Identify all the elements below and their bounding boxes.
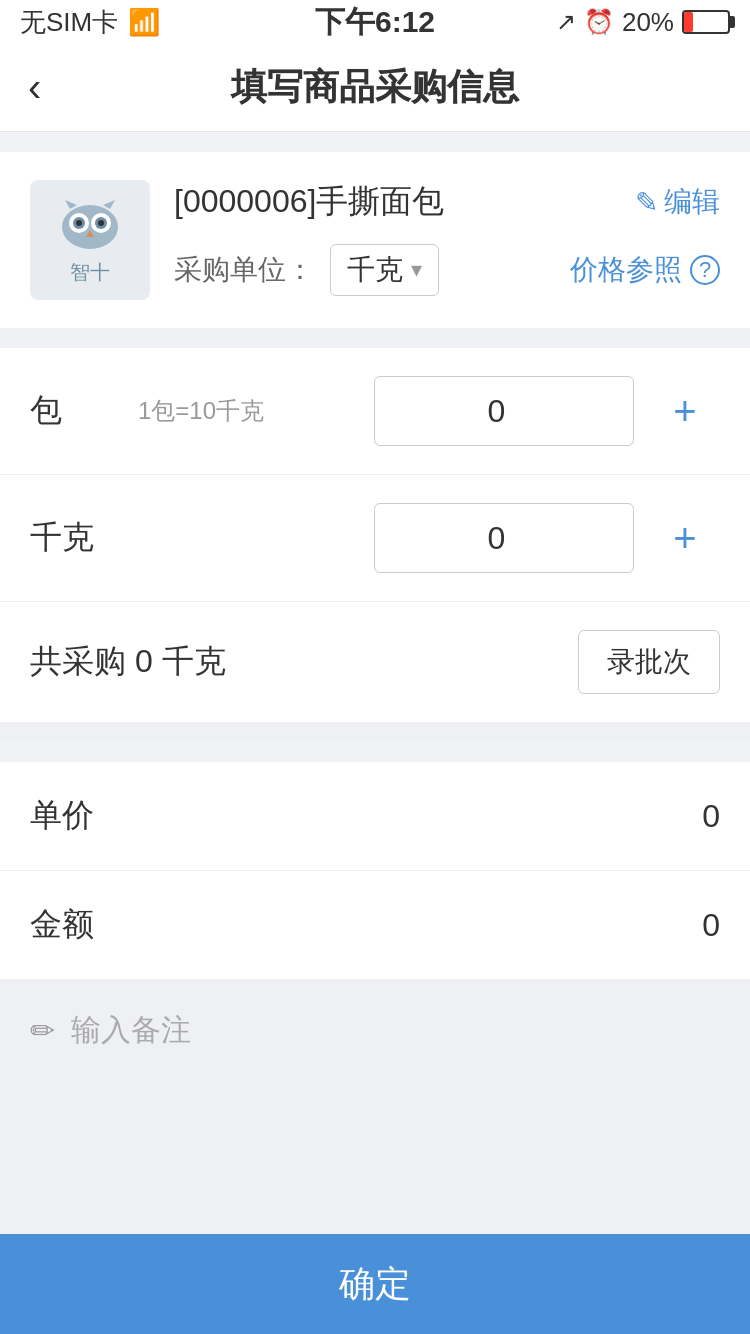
unit-row: 采购单位： 千克 ▾ 价格参照 ? — [174, 244, 720, 296]
kg-plus-button[interactable]: + — [650, 503, 720, 573]
status-bar: 无SIM卡 📶 下午6:12 ↗ ⏰ 20% — [0, 0, 750, 44]
bao-plus-button[interactable]: + — [650, 376, 720, 446]
product-info: [0000006]手撕面包 ✎ 编辑 采购单位： 千克 ▾ 价格参照 ? — [174, 180, 720, 296]
kg-input-row: 千克 + — [0, 475, 750, 602]
product-image: 智十 — [30, 180, 150, 300]
remark-placeholder: 输入备注 — [71, 1010, 191, 1051]
bao-input[interactable] — [374, 376, 634, 446]
unit-price-row: 单价 0 — [0, 762, 750, 871]
info-icon: ? — [690, 255, 720, 285]
product-owl-icon — [55, 195, 125, 255]
batch-button[interactable]: 录批次 — [578, 630, 720, 694]
input-section: 包 1包=10千克 + 千克 + — [0, 348, 750, 602]
amount-value: 0 — [702, 907, 720, 944]
status-time: 下午6:12 — [315, 2, 435, 43]
status-left: 无SIM卡 📶 — [20, 5, 160, 40]
battery-fill — [684, 12, 693, 32]
summary-text: 共采购 0 千克 — [30, 640, 226, 684]
unit-value: 千克 — [347, 251, 403, 289]
bao-sublabel: 1包=10千克 — [138, 395, 264, 427]
wifi-icon: 📶 — [128, 7, 160, 38]
info-section: 单价 0 金额 0 — [0, 762, 750, 980]
amount-label: 金额 — [30, 903, 94, 947]
location-icon: ↗ — [556, 8, 576, 36]
price-ref-button[interactable]: 价格参照 ? — [570, 251, 720, 289]
status-right: ↗ ⏰ 20% — [556, 7, 730, 38]
kg-label: 千克 — [30, 516, 110, 560]
amount-row: 金额 0 — [0, 871, 750, 980]
back-button[interactable]: ‹ — [28, 65, 41, 110]
bao-label: 包 — [30, 389, 110, 433]
unit-price-label: 单价 — [30, 794, 94, 838]
edit-icon: ✎ — [635, 186, 658, 219]
alarm-icon: ⏰ — [584, 8, 614, 36]
unit-left: 采购单位： 千克 ▾ — [174, 244, 439, 296]
page-title: 填写商品采购信息 — [231, 63, 519, 112]
carrier-label: 无SIM卡 — [20, 5, 118, 40]
svg-point-6 — [98, 220, 104, 226]
unit-price-value: 0 — [702, 798, 720, 835]
chevron-down-icon: ▾ — [411, 257, 422, 283]
confirm-button[interactable]: 确定 — [0, 1234, 750, 1334]
product-name-row: [0000006]手撕面包 ✎ 编辑 — [174, 180, 720, 224]
edit-label: 编辑 — [664, 183, 720, 221]
confirm-label: 确定 — [339, 1260, 411, 1309]
product-name: [0000006]手撕面包 — [174, 180, 444, 224]
battery-icon — [682, 10, 730, 34]
battery-percent: 20% — [622, 7, 674, 38]
pencil-icon: ✏ — [30, 1013, 55, 1048]
separator-2 — [0, 722, 750, 742]
unit-select[interactable]: 千克 ▾ — [330, 244, 439, 296]
bao-input-row: 包 1包=10千克 + — [0, 348, 750, 475]
summary-row: 共采购 0 千克 录批次 — [0, 602, 750, 722]
kg-input-wrap: + — [130, 503, 720, 573]
edit-button[interactable]: ✎ 编辑 — [635, 183, 720, 221]
svg-marker-9 — [103, 200, 115, 209]
bao-input-wrap: + — [284, 376, 720, 446]
kg-input[interactable] — [374, 503, 634, 573]
product-card: 智十 [0000006]手撕面包 ✎ 编辑 采购单位： 千克 ▾ — [0, 152, 750, 328]
separator-1 — [0, 328, 750, 348]
svg-point-5 — [76, 220, 82, 226]
unit-label: 采购单位： — [174, 251, 314, 289]
price-ref-label: 价格参照 — [570, 251, 682, 289]
nav-bar: ‹ 填写商品采购信息 — [0, 44, 750, 132]
remark-section[interactable]: ✏ 输入备注 — [0, 980, 750, 1081]
svg-marker-8 — [65, 200, 77, 209]
